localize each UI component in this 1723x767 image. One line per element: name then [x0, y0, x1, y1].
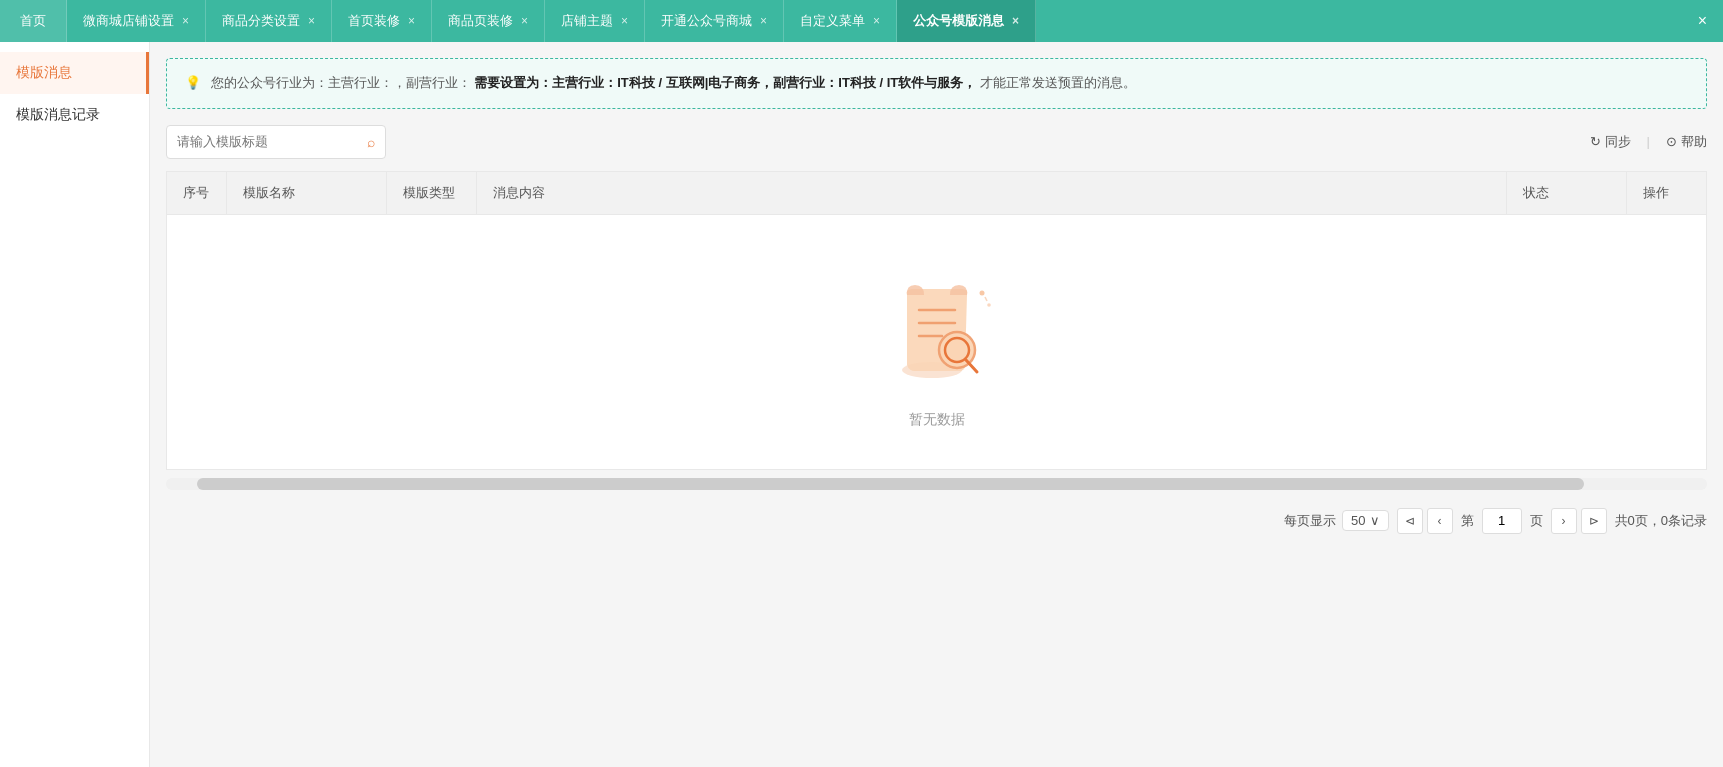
sidebar: 模版消息 模版消息记录 [0, 42, 150, 767]
tab-openshop-label: 开通公众号商城 [661, 12, 752, 30]
empty-illustration [877, 275, 997, 395]
tab-custommenu[interactable]: 自定义菜单 × [784, 0, 897, 42]
next-page-button[interactable]: › [1551, 508, 1577, 534]
tab-weishop-label: 微商城店铺设置 [83, 12, 174, 30]
tab-bar: 首页 微商城店铺设置 × 商品分类设置 × 首页装修 × 商品页装修 × 店铺主… [0, 0, 1723, 42]
svg-point-8 [987, 303, 991, 307]
page-nav: ⊲ ‹ 第 页 › ⊳ [1397, 508, 1607, 534]
main-layout: 模版消息 模版消息记录 💡 您的公众号行业为：主营行业：，副营行业： 需要设置为… [0, 42, 1723, 767]
page-unit: 页 [1530, 512, 1543, 530]
scrollbar-area[interactable] [166, 478, 1707, 490]
tab-templatemsg-label: 公众号模版消息 [913, 12, 1004, 30]
notice-highlight: 需要设置为：主营行业：IT科技 / 互联网|电子商务，副营行业：IT科技 / I… [474, 75, 976, 90]
tab-templatemsg[interactable]: 公众号模版消息 × [897, 0, 1036, 42]
empty-text: 暂无数据 [167, 411, 1706, 429]
tab-openshop-close[interactable]: × [760, 14, 767, 28]
sidebar-item-template-msg-label: 模版消息 [16, 64, 72, 80]
first-page-button[interactable]: ⊲ [1397, 508, 1423, 534]
last-page-button[interactable]: ⊳ [1581, 508, 1607, 534]
data-table: 序号 模版名称 模版类型 消息内容 状态 操作 [166, 171, 1707, 470]
svg-point-7 [979, 290, 984, 295]
pagination: 每页显示 50 ∨ ⊲ ‹ 第 页 › ⊳ 共0页，0条记录 [166, 498, 1707, 544]
content-area: 💡 您的公众号行业为：主营行业：，副营行业： 需要设置为：主营行业：IT科技 /… [150, 42, 1723, 767]
col-content: 消息内容 [477, 171, 1507, 214]
notice-prefix: 您的公众号行业为：主营行业：，副营行业： [211, 75, 471, 90]
notice-suffix: 才能正常发送预置的消息。 [980, 75, 1136, 90]
tab-shoptheme-close[interactable]: × [621, 14, 628, 28]
svg-line-9 [985, 297, 987, 301]
per-page-value: 50 [1351, 513, 1365, 528]
tab-custommenu-label: 自定义菜单 [800, 12, 865, 30]
search-bar: ⌕ ↻ 同步 | ⊙ 帮助 [166, 125, 1707, 159]
search-actions: ↻ 同步 | ⊙ 帮助 [1590, 133, 1707, 151]
notice-icon: 💡 [185, 75, 201, 90]
divider: | [1647, 134, 1650, 149]
tab-home[interactable]: 首页 [0, 0, 67, 42]
tab-category-close[interactable]: × [308, 14, 315, 28]
sync-button[interactable]: ↻ 同步 [1590, 133, 1631, 151]
col-index: 序号 [167, 171, 227, 214]
tab-category[interactable]: 商品分类设置 × [206, 0, 332, 42]
col-action: 操作 [1627, 171, 1707, 214]
tab-home-label: 首页 [20, 12, 46, 30]
per-page-group: 每页显示 50 ∨ [1284, 510, 1388, 531]
page-total: 共0页，0条记录 [1615, 512, 1707, 530]
col-status: 状态 [1507, 171, 1627, 214]
table-header-row: 序号 模版名称 模版类型 消息内容 状态 操作 [167, 171, 1707, 214]
search-input-wrap[interactable]: ⌕ [166, 125, 386, 159]
page-input[interactable] [1482, 508, 1522, 534]
chevron-down-icon: ∨ [1370, 513, 1380, 528]
tab-openshop[interactable]: 开通公众号商城 × [645, 0, 784, 42]
tab-homepage-close[interactable]: × [408, 14, 415, 28]
tab-productpage-label: 商品页装修 [448, 12, 513, 30]
sidebar-item-template-msg-log[interactable]: 模版消息记录 [0, 94, 149, 136]
help-label: 帮助 [1681, 133, 1707, 151]
tab-shoptheme[interactable]: 店铺主题 × [545, 0, 645, 42]
sync-icon: ↻ [1590, 134, 1601, 149]
help-icon: ⊙ [1666, 134, 1677, 149]
empty-state: 暂无数据 [167, 215, 1706, 469]
tab-homepage[interactable]: 首页装修 × [332, 0, 432, 42]
tab-templatemsg-close[interactable]: × [1012, 14, 1019, 28]
tab-shoptheme-label: 店铺主题 [561, 12, 613, 30]
search-icon[interactable]: ⌕ [367, 134, 375, 150]
tab-homepage-label: 首页装修 [348, 12, 400, 30]
notice-box: 💡 您的公众号行业为：主营行业：，副营行业： 需要设置为：主营行业：IT科技 /… [166, 58, 1707, 109]
per-page-select[interactable]: 50 ∨ [1342, 510, 1388, 531]
sidebar-item-template-msg[interactable]: 模版消息 [0, 52, 149, 94]
search-input[interactable] [177, 134, 363, 149]
close-all-button[interactable]: × [1682, 12, 1723, 30]
tab-productpage[interactable]: 商品页装修 × [432, 0, 545, 42]
tab-custommenu-close[interactable]: × [873, 14, 880, 28]
scrollbar-thumb [197, 478, 1584, 490]
tab-weishop[interactable]: 微商城店铺设置 × [67, 0, 206, 42]
prev-page-button[interactable]: ‹ [1427, 508, 1453, 534]
help-button[interactable]: ⊙ 帮助 [1666, 133, 1707, 151]
tab-weishop-close[interactable]: × [182, 14, 189, 28]
page-label: 第 [1461, 512, 1474, 530]
col-name: 模版名称 [227, 171, 387, 214]
table-empty-row: 暂无数据 [167, 214, 1707, 469]
col-type: 模版类型 [387, 171, 477, 214]
tab-category-label: 商品分类设置 [222, 12, 300, 30]
per-page-label: 每页显示 [1284, 512, 1336, 530]
sidebar-item-template-msg-log-label: 模版消息记录 [16, 106, 100, 122]
sync-label: 同步 [1605, 133, 1631, 151]
tab-productpage-close[interactable]: × [521, 14, 528, 28]
